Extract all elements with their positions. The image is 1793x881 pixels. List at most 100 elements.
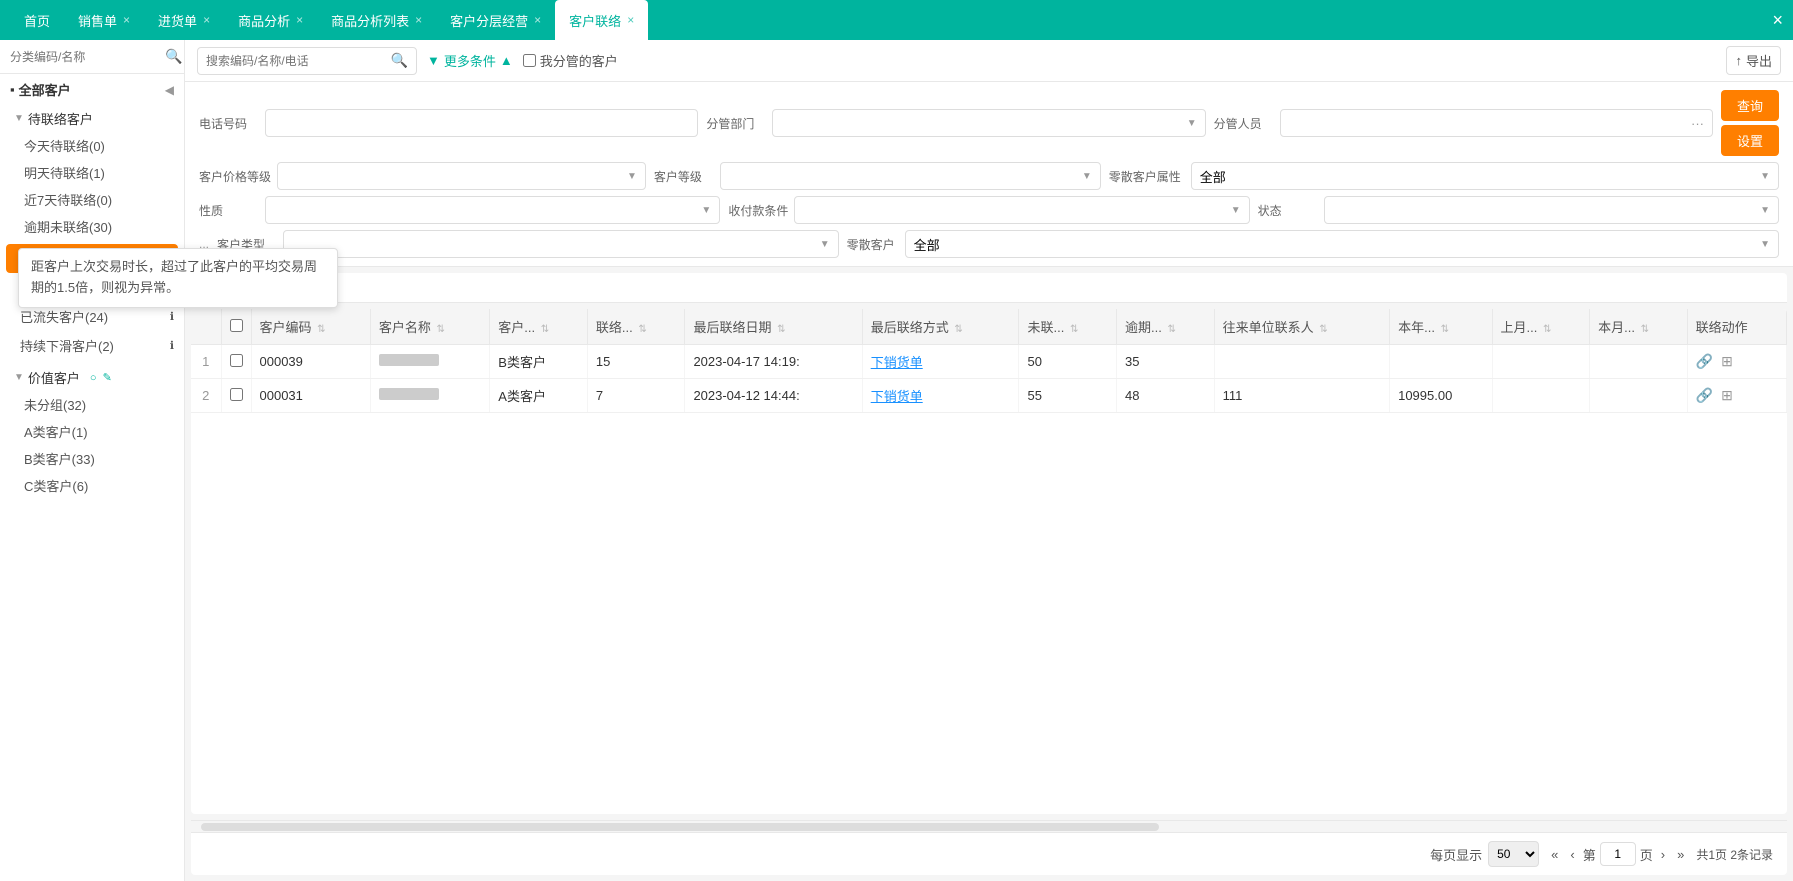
last-page-btn[interactable]: » <box>1673 845 1688 864</box>
nav-purchase[interactable]: 进货单 × <box>144 0 224 40</box>
sort-code-icon[interactable]: ⇅ <box>317 324 325 335</box>
scrollbar-thumb[interactable] <box>201 823 1159 831</box>
status-select[interactable]: ▼ <box>1324 196 1779 224</box>
window-close-button[interactable]: × <box>1772 0 1783 40</box>
sidebar-search-input[interactable] <box>10 50 165 64</box>
sort-way-icon[interactable]: ⇅ <box>954 324 962 335</box>
sidebar-item-tomorrow[interactable]: 明天待联络(1) <box>0 159 184 186</box>
sidebar-item-today[interactable]: 今天待联络(0) <box>0 132 184 159</box>
sidebar-search-icon[interactable]: 🔍 <box>165 48 182 65</box>
filter-pay-terms: 收付款条件 ▼ <box>728 196 1249 224</box>
close-customer-seg-icon[interactable]: × <box>534 13 541 27</box>
nav-goods-analysis[interactable]: 商品分析 × <box>224 0 317 40</box>
sidebar-item-overdue[interactable]: 逾期未联络(30) <box>0 213 184 240</box>
all-customers-section[interactable]: ▪ 全部客户 ◀ <box>0 74 184 105</box>
sort-last-month-icon[interactable]: ⇅ <box>1543 324 1551 335</box>
pagination-bar: 每页显示 50 20 100 « ‹ 第 页 › » 共1页 2条记录 <box>191 832 1787 875</box>
cell-unit-1: 111 <box>1214 379 1389 413</box>
select-all-checkbox[interactable] <box>230 319 243 332</box>
cell-check-0[interactable] <box>221 345 251 379</box>
cell-way-1[interactable]: 下销货单 <box>862 379 1019 413</box>
cell-check-1[interactable] <box>221 379 251 413</box>
per-page-select[interactable]: 50 20 100 <box>1488 841 1539 867</box>
price-level-select[interactable]: ▼ <box>277 162 646 190</box>
row-checkbox-0[interactable] <box>230 354 243 367</box>
cell-way-0[interactable]: 下销货单 <box>862 345 1019 379</box>
sidebar-item-declining[interactable]: 持续下滑客户(2) ℹ <box>0 331 184 360</box>
nav-goods-list[interactable]: 商品分析列表 × <box>317 0 436 40</box>
sort-name-icon[interactable]: ⇅ <box>437 324 445 335</box>
manager-select[interactable]: ··· <box>1280 109 1713 137</box>
customer-type-select[interactable]: ▼ <box>283 230 839 258</box>
filter-row-4: ... 客户类型 ▼ 零散客户 全部 ▼ <box>199 230 1779 258</box>
sidebar-item-ungroup[interactable]: 未分组(32) <box>0 391 184 418</box>
nav-home[interactable]: 首页 <box>10 0 64 40</box>
search-filter-icon[interactable]: 🔍 <box>391 52 408 69</box>
sort-type-icon[interactable]: ⇅ <box>541 324 549 335</box>
customer-level-select[interactable]: ▼ <box>720 162 1101 190</box>
sort-year-icon[interactable]: ⇅ <box>1441 324 1449 335</box>
sort-overdue-icon[interactable]: ⇅ <box>1168 324 1176 335</box>
sort-unit-icon[interactable]: ⇅ <box>1319 324 1327 335</box>
value-customer-edit-icon[interactable]: ✎ <box>103 371 112 384</box>
sort-uncontacted-icon[interactable]: ⇅ <box>1070 324 1078 335</box>
sidebar-item-c-class[interactable]: C类客户(6) <box>0 472 184 499</box>
my-customer-checkbox[interactable] <box>523 54 536 67</box>
set-button[interactable]: 设置 <box>1721 125 1779 156</box>
close-goods-analysis-icon[interactable]: × <box>296 13 303 27</box>
nav-customer-seg[interactable]: 客户分层经营 × <box>436 0 555 40</box>
retail-customer-select[interactable]: 全部 ▼ <box>905 230 1779 258</box>
pending-group[interactable]: ▼ 待联络客户 <box>0 105 184 132</box>
sidebar-item-7days[interactable]: 近7天待联络(0) <box>0 186 184 213</box>
next-page-btn[interactable]: › <box>1657 845 1669 864</box>
search-input[interactable] <box>206 54 391 68</box>
sort-date-icon[interactable]: ⇅ <box>777 324 785 335</box>
action-grid-icon-1[interactable]: ⊞ <box>1721 387 1733 404</box>
action-grid-icon-0[interactable]: ⊞ <box>1721 353 1733 370</box>
dept-select[interactable]: ▼ <box>772 109 1205 137</box>
dept-arrow-icon: ▼ <box>1187 118 1197 129</box>
close-purchase-icon[interactable]: × <box>203 13 210 27</box>
query-button[interactable]: 查询 <box>1721 90 1779 121</box>
value-customer-group[interactable]: ▼ 价值客户 ○ ✎ <box>0 364 184 391</box>
first-page-btn[interactable]: « <box>1547 845 1562 864</box>
sort-this-month-icon[interactable]: ⇅ <box>1641 324 1649 335</box>
th-contact-count: 联络... ⇅ <box>587 309 685 345</box>
contact-way-link-0[interactable]: 下销货单 <box>871 355 923 370</box>
sidebar-collapse-icon[interactable]: ◀ <box>165 83 174 97</box>
nav-customer-contact[interactable]: 客户联络 × <box>555 0 648 40</box>
gender-select[interactable]: ▼ <box>265 196 720 224</box>
sort-contact-icon[interactable]: ⇅ <box>638 324 646 335</box>
pay-terms-select[interactable]: ▼ <box>794 196 1249 224</box>
prev-page-btn[interactable]: ‹ <box>1566 845 1578 864</box>
cell-uncontacted-0: 50 <box>1019 345 1117 379</box>
my-customer-checkbox-wrap[interactable]: 我分管的客户 <box>523 51 618 70</box>
action-link-icon-0[interactable]: 🔗 <box>1696 353 1713 370</box>
horizontal-scrollbar[interactable] <box>191 820 1787 832</box>
filter-action-buttons: 查询 设置 <box>1721 90 1779 156</box>
manager-label: 分管人员 <box>1214 115 1274 132</box>
sidebar-search-area: 🔍 <box>0 40 184 74</box>
status-arrow-icon: ▼ <box>1760 205 1770 216</box>
row-checkbox-1[interactable] <box>230 388 243 401</box>
contact-way-link-1[interactable]: 下销货单 <box>871 389 923 404</box>
sidebar-item-b-class[interactable]: B类客户(33) <box>0 445 184 472</box>
close-sales-icon[interactable]: × <box>123 13 130 27</box>
phone-input[interactable] <box>265 109 698 137</box>
filter-customer-level: 客户等级 ▼ <box>654 162 1101 190</box>
page-number-input[interactable] <box>1600 842 1636 866</box>
nav-sales[interactable]: 销售单 × <box>64 0 144 40</box>
retail-attr-select[interactable]: 全部 ▼ <box>1191 162 1779 190</box>
cell-code-1: 000031 <box>251 379 370 413</box>
th-name: 客户名称 ⇅ <box>370 309 489 345</box>
sidebar-item-a-class[interactable]: A类客户(1) <box>0 418 184 445</box>
th-uncontacted: 未联... ⇅ <box>1019 309 1117 345</box>
action-link-icon-1[interactable]: 🔗 <box>1696 387 1713 404</box>
more-conditions-btn[interactable]: ▼ 更多条件 ▲ <box>427 51 513 70</box>
per-page-area: 每页显示 50 20 100 <box>1430 841 1539 867</box>
cell-name-1 <box>370 379 489 413</box>
th-last-contact-way: 最后联络方式 ⇅ <box>862 309 1019 345</box>
export-button[interactable]: ↑ 导出 <box>1726 46 1781 75</box>
close-customer-contact-icon[interactable]: × <box>627 13 634 27</box>
close-goods-list-icon[interactable]: × <box>415 13 422 27</box>
